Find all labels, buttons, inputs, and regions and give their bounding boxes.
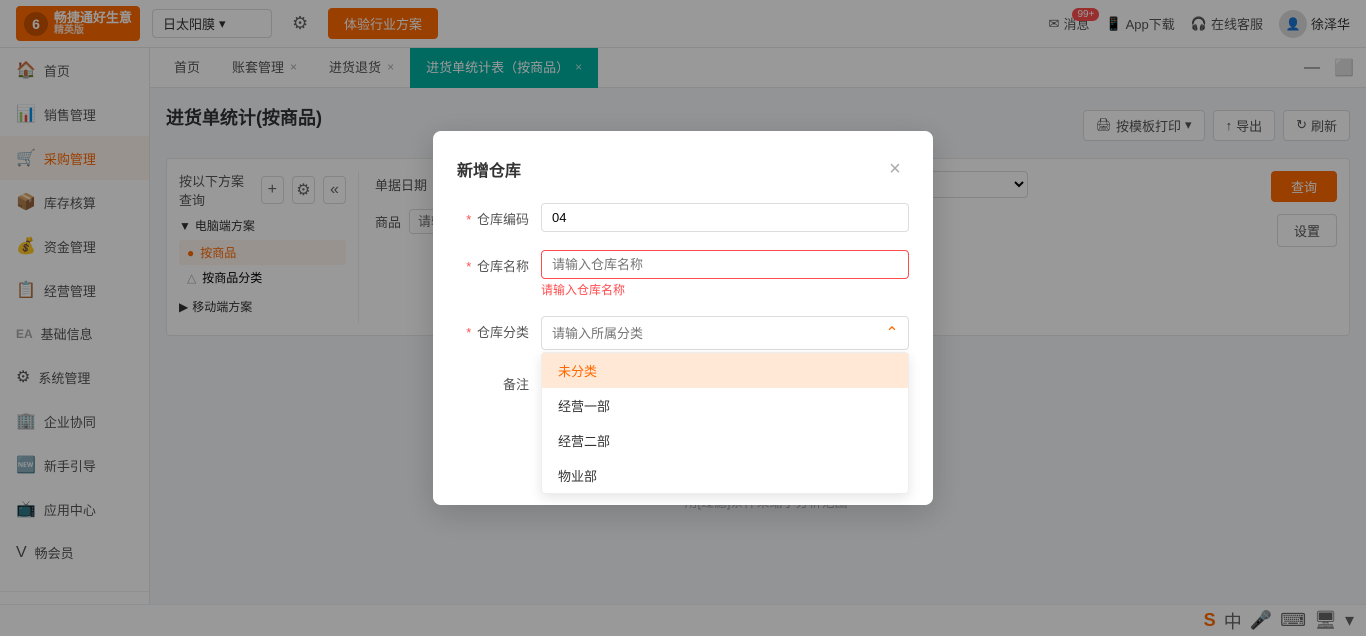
chevron-up-icon[interactable]: ⌃ [876,317,908,349]
remark-label: 备注 [457,368,529,393]
modal-overlay[interactable]: 新增仓库 × * 仓库编码 * 仓库名称 请输入仓库名称 [0,0,1366,636]
modal-close-button[interactable]: × [881,155,909,183]
form-row-category: * 仓库分类 ⌃ 未分类 经营一部 经营二部 物业部 [457,316,909,350]
category-label: * 仓库分类 [457,316,529,341]
modal-title: 新增仓库 [457,157,521,181]
category-input-row: ⌃ [541,316,909,350]
name-error-text: 请输入仓库名称 [541,281,909,298]
name-input-wrap: 请输入仓库名称 [541,250,909,298]
category-wrap: ⌃ 未分类 经营一部 经营二部 物业部 [541,316,909,350]
dropdown-item-0[interactable]: 未分类 [542,353,908,388]
category-input[interactable] [542,320,876,347]
form-row-name: * 仓库名称 请输入仓库名称 [457,250,909,298]
modal-form: * 仓库编码 * 仓库名称 请输入仓库名称 * [457,203,909,428]
dropdown-item-2[interactable]: 经营二部 [542,423,908,458]
modal-header: 新增仓库 × [457,155,909,183]
code-input[interactable] [541,203,909,232]
form-row-code: * 仓库编码 [457,203,909,232]
dropdown-item-3[interactable]: 物业部 [542,458,908,493]
name-input[interactable] [541,250,909,279]
code-label: * 仓库编码 [457,203,529,228]
category-dropdown: 未分类 经营一部 经营二部 物业部 [541,352,909,494]
warehouse-modal: 新增仓库 × * 仓库编码 * 仓库名称 请输入仓库名称 [433,131,933,505]
name-label: * 仓库名称 [457,250,529,275]
dropdown-item-1[interactable]: 经营一部 [542,388,908,423]
